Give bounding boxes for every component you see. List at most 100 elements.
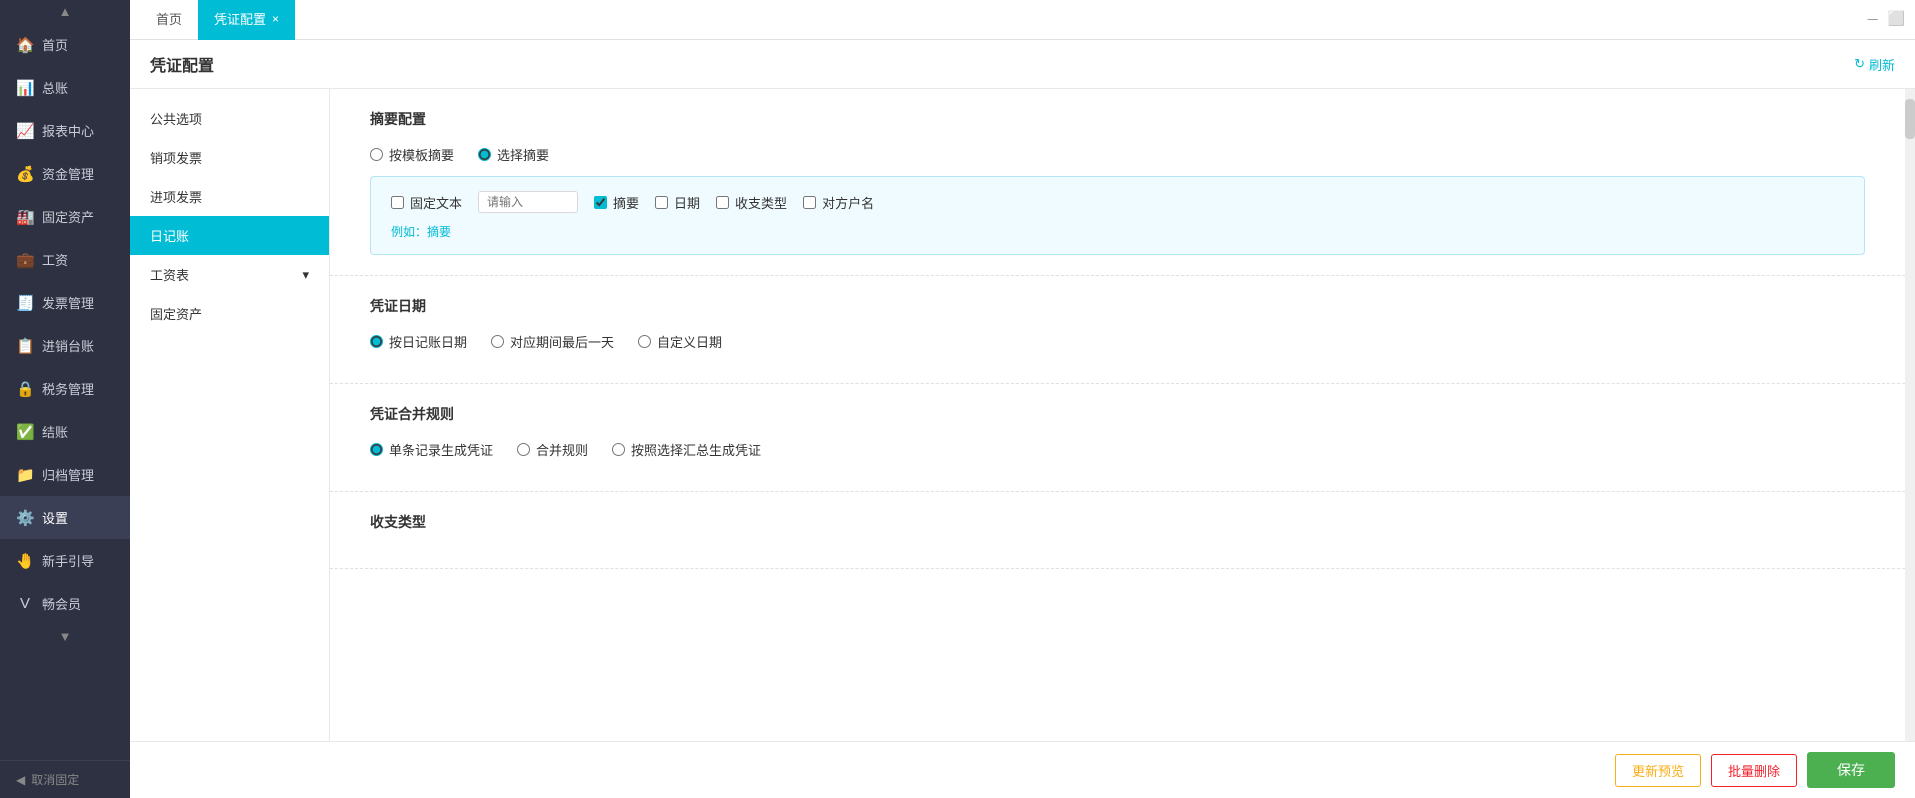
left-nav-public[interactable]: 公共选项 xyxy=(130,99,329,138)
checkbox-date-input[interactable] xyxy=(655,196,668,209)
invoice-icon: 🧾 xyxy=(16,294,34,312)
right-content: 摘要配置 按模板摘要 选择摘要 xyxy=(330,89,1905,741)
fixed-text-input[interactable] xyxy=(478,191,578,213)
radio-template-summary-input[interactable] xyxy=(370,148,383,161)
radio-merge-rule[interactable]: 合并规则 xyxy=(517,440,588,459)
checkbox-income-type[interactable]: 收支类型 xyxy=(716,193,787,212)
chevron-down-icon: ▾ xyxy=(302,267,309,283)
left-nav: 公共选项 销项发票 进项发票 日记账 工资表 ▾ 固定资产 xyxy=(130,89,330,741)
checkbox-income-type-input[interactable] xyxy=(716,196,729,209)
voucher-date-section: 凭证日期 按日记账日期 对应期间最后一天 自定义日期 xyxy=(330,276,1905,384)
voucher-date-radio-group: 按日记账日期 对应期间最后一天 自定义日期 xyxy=(370,332,1865,351)
update-preview-button[interactable]: 更新预览 xyxy=(1615,754,1701,787)
tax-icon: 🔒 xyxy=(16,380,34,398)
sidebar-item-tax[interactable]: 🔒 税务管理 xyxy=(0,367,130,410)
sidebar-item-settings[interactable]: ⚙️ 设置 xyxy=(0,496,130,539)
tab-home[interactable]: 首页 xyxy=(140,0,198,40)
tab-maximize-icon[interactable]: ⬜ xyxy=(1888,10,1905,30)
fund-icon: 💰 xyxy=(16,165,34,183)
page-title: 凭证配置 xyxy=(150,52,214,76)
radio-select-merge-input[interactable] xyxy=(612,443,625,456)
summary-checkboxes-row: 固定文本 摘要 日期 xyxy=(391,191,1844,213)
summary-options-box: 固定文本 摘要 日期 xyxy=(370,176,1865,255)
radio-select-summary-input[interactable] xyxy=(478,148,491,161)
tab-close-button[interactable]: × xyxy=(272,12,279,26)
main-area: 首页 凭证配置 × － ⬜ 凭证配置 ↻ 刷新 公共选项 销项发票 xyxy=(130,0,1915,798)
sidebar-item-purchase[interactable]: 📋 进销台账 xyxy=(0,324,130,367)
sidebar-item-ledger[interactable]: 📊 总账 xyxy=(0,66,130,109)
page-header: 凭证配置 ↻ 刷新 xyxy=(130,40,1915,89)
left-nav-journal[interactable]: 日记账 xyxy=(130,216,329,255)
tab-bar: 首页 凭证配置 × － ⬜ xyxy=(130,0,1915,40)
sidebar-item-settle[interactable]: ✅ 结账 xyxy=(0,410,130,453)
summary-config-section: 摘要配置 按模板摘要 选择摘要 xyxy=(330,89,1905,276)
checkbox-fixed-text[interactable]: 固定文本 xyxy=(391,193,462,212)
example-text: 例如：摘要 xyxy=(391,223,1844,240)
radio-journal-date-input[interactable] xyxy=(370,335,383,348)
footer-bar: 更新预览 批量删除 保存 xyxy=(130,741,1915,798)
content-area: 公共选项 销项发票 进项发票 日记账 工资表 ▾ 固定资产 xyxy=(130,89,1915,741)
assets-icon: 🏭 xyxy=(16,208,34,226)
vertical-scrollbar[interactable] xyxy=(1905,89,1915,741)
archive-icon: 📁 xyxy=(16,466,34,484)
pin-icon: ◀ xyxy=(16,773,25,787)
radio-custom-date[interactable]: 自定义日期 xyxy=(638,332,722,351)
income-type-section: 收支类型 xyxy=(330,492,1905,569)
radio-template-summary[interactable]: 按模板摘要 xyxy=(370,145,454,164)
merge-rules-section: 凭证合并规则 单条记录生成凭证 合并规则 按照选择汇总生成凭证 xyxy=(330,384,1905,492)
report-icon: 📈 xyxy=(16,122,34,140)
left-nav-sales[interactable]: 销项发票 xyxy=(130,138,329,177)
checkbox-summary[interactable]: 摘要 xyxy=(594,193,639,212)
home-icon: 🏠 xyxy=(16,36,34,54)
radio-single-record[interactable]: 单条记录生成凭证 xyxy=(370,440,493,459)
radio-single-record-input[interactable] xyxy=(370,443,383,456)
sidebar-item-assets[interactable]: 🏭 固定资产 xyxy=(0,195,130,238)
summary-config-title: 摘要配置 xyxy=(370,109,1865,129)
tab-voucher-config[interactable]: 凭证配置 × xyxy=(198,0,295,40)
sidebar-scroll-up[interactable]: ▲ xyxy=(0,0,130,23)
income-type-title: 收支类型 xyxy=(370,512,1865,532)
sidebar-item-invoice[interactable]: 🧾 发票管理 xyxy=(0,281,130,324)
summary-radio-group: 按模板摘要 选择摘要 xyxy=(370,145,1865,164)
sidebar-item-archive[interactable]: 📁 归档管理 xyxy=(0,453,130,496)
settings-icon: ⚙️ xyxy=(16,509,34,527)
sidebar-item-guide[interactable]: 🤚 新手引导 xyxy=(0,539,130,582)
merge-rules-radio-group: 单条记录生成凭证 合并规则 按照选择汇总生成凭证 xyxy=(370,440,1865,459)
radio-merge-rule-input[interactable] xyxy=(517,443,530,456)
radio-journal-date[interactable]: 按日记账日期 xyxy=(370,332,467,351)
sidebar-item-fund[interactable]: 💰 资金管理 xyxy=(0,152,130,195)
left-nav-fixed-assets[interactable]: 固定资产 xyxy=(130,294,329,333)
payroll-icon: 💼 xyxy=(16,251,34,269)
save-button[interactable]: 保存 xyxy=(1807,752,1895,788)
radio-due-date[interactable]: 对应期间最后一天 xyxy=(491,332,614,351)
sidebar-item-report[interactable]: 📈 报表中心 xyxy=(0,109,130,152)
left-nav-payroll-table[interactable]: 工资表 ▾ xyxy=(130,255,329,294)
checkbox-date[interactable]: 日期 xyxy=(655,193,700,212)
left-nav-purchase-invoice[interactable]: 进项发票 xyxy=(130,177,329,216)
sidebar-item-vip[interactable]: V 畅会员 xyxy=(0,582,130,625)
sidebar-scroll-down[interactable]: ▼ xyxy=(0,625,130,648)
radio-due-date-input[interactable] xyxy=(491,335,504,348)
guide-icon: 🤚 xyxy=(16,552,34,570)
settle-icon: ✅ xyxy=(16,423,34,441)
radio-select-merge[interactable]: 按照选择汇总生成凭证 xyxy=(612,440,761,459)
checkbox-fixed-text-input[interactable] xyxy=(391,196,404,209)
sidebar-item-payroll[interactable]: 💼 工资 xyxy=(0,238,130,281)
purchase-icon: 📋 xyxy=(16,337,34,355)
scrollbar-thumb[interactable] xyxy=(1905,99,1915,139)
voucher-date-title: 凭证日期 xyxy=(370,296,1865,316)
merge-rules-title: 凭证合并规则 xyxy=(370,404,1865,424)
sidebar-item-home[interactable]: 🏠 首页 xyxy=(0,23,130,66)
refresh-icon: ↻ xyxy=(1854,56,1865,72)
checkbox-summary-input[interactable] xyxy=(594,196,607,209)
checkbox-counterpart[interactable]: 对方户名 xyxy=(803,193,874,212)
sidebar-unpin[interactable]: ◀ 取消固定 xyxy=(0,760,130,798)
radio-select-summary[interactable]: 选择摘要 xyxy=(478,145,549,164)
vip-icon: V xyxy=(16,595,34,612)
radio-custom-date-input[interactable] xyxy=(638,335,651,348)
batch-delete-button[interactable]: 批量删除 xyxy=(1711,754,1797,787)
tab-minimize-icon[interactable]: － xyxy=(1866,10,1880,30)
refresh-button[interactable]: ↻ 刷新 xyxy=(1854,55,1895,74)
checkbox-counterpart-input[interactable] xyxy=(803,196,816,209)
ledger-icon: 📊 xyxy=(16,79,34,97)
